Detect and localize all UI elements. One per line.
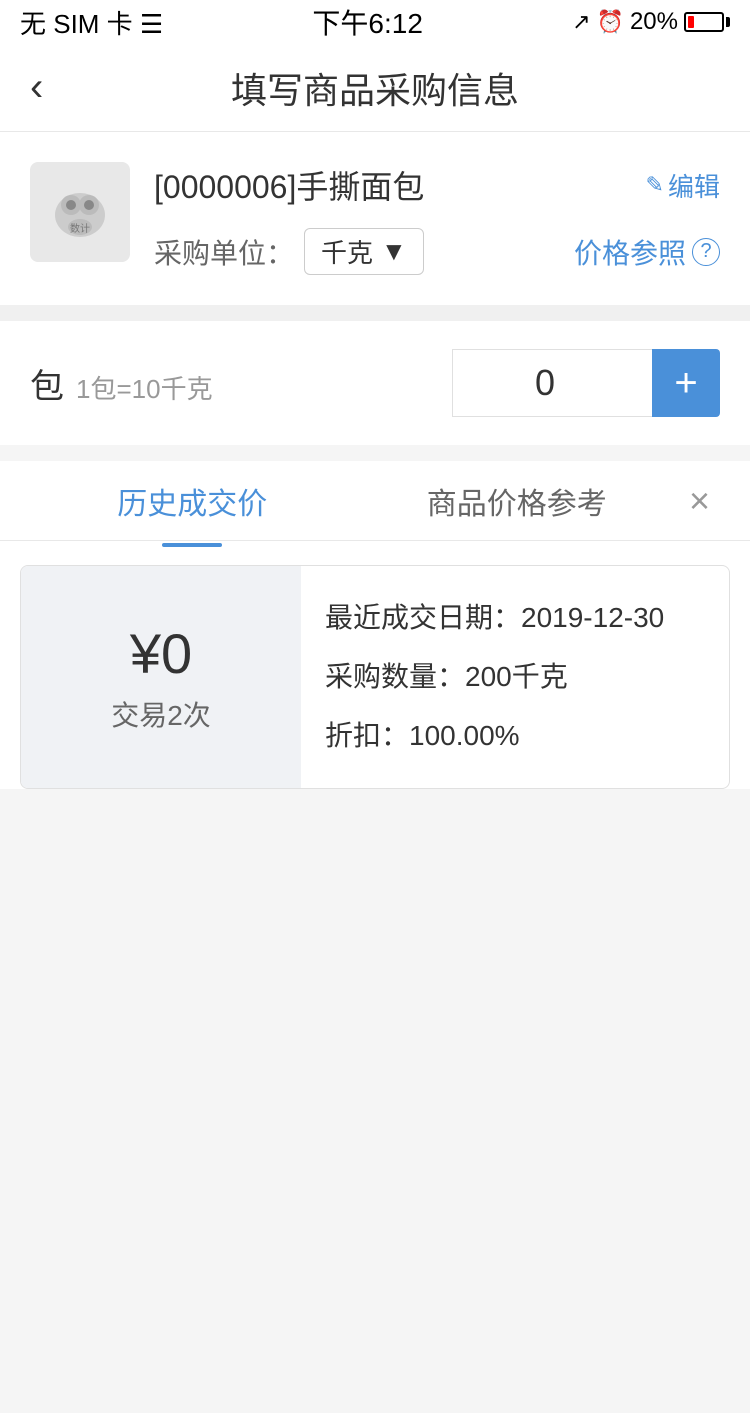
- product-logo-icon: 数计: [45, 177, 115, 247]
- quantity-row: 包 1包=10千克 +: [0, 321, 750, 445]
- svg-text:数计: 数计: [70, 222, 90, 235]
- unit-value: 千克: [321, 233, 373, 270]
- price-qty-row: 采购数量：200千克: [325, 655, 705, 700]
- quantity-label-group: 包 1包=10千克: [30, 359, 213, 408]
- price-discount-row: 折扣：100.00%: [325, 714, 705, 759]
- battery-icon: [684, 12, 730, 32]
- discount-label: 折扣：: [325, 720, 409, 751]
- price-card-right: 最近成交日期：2019-12-30 采购数量：200千克 折扣：100.00%: [301, 566, 729, 788]
- edit-icon: ✎: [646, 172, 664, 198]
- tab-price-reference[interactable]: 商品价格参考: [354, 455, 678, 547]
- tab-bar: 历史成交价 商品价格参考 ×: [0, 461, 750, 541]
- price-times: 交易2次: [111, 694, 211, 734]
- price-card: ¥0 交易2次 最近成交日期：2019-12-30 采购数量：200千克 折扣：…: [20, 565, 730, 789]
- unit-label: 采购单位：: [154, 232, 294, 272]
- price-date-row: 最近成交日期：2019-12-30: [325, 596, 705, 641]
- unit-selector-group: 采购单位： 千克 ▼: [154, 228, 424, 275]
- status-bar: 无 SIM 卡 ☰ 下午6:12 ↗ ⏰ 20%: [0, 0, 750, 44]
- product-unit-row: 采购单位： 千克 ▼ 价格参照 ?: [154, 228, 720, 275]
- section-divider: [0, 305, 750, 321]
- tab-history-price-label: 历史成交价: [117, 488, 267, 521]
- qty-label: 采购数量：: [325, 661, 465, 692]
- unit-dropdown[interactable]: 千克 ▼: [304, 228, 424, 275]
- page-title: 填写商品采购信息: [231, 62, 519, 114]
- sim-signal-text: 无 SIM 卡 ☰: [20, 4, 163, 41]
- tab-close-button[interactable]: ×: [679, 470, 720, 532]
- quantity-hint: 1包=10千克: [76, 369, 213, 406]
- tab-section: 历史成交价 商品价格参考 × ¥0 交易2次 最近成交日期：2019-12-30…: [0, 461, 750, 789]
- bottom-space: [0, 813, 750, 1413]
- product-name: [0000006]手撕面包: [154, 162, 424, 208]
- quantity-input-group: +: [452, 349, 720, 417]
- price-amount: ¥0: [130, 621, 192, 686]
- product-thumbnail: 数计: [30, 162, 130, 262]
- edit-button[interactable]: ✎ 编辑: [646, 167, 720, 204]
- price-ref-label: 价格参照: [574, 232, 686, 272]
- location-icon: ↗: [572, 9, 590, 35]
- product-info: [0000006]手撕面包 ✎ 编辑 采购单位： 千克 ▼ 价格参照 ?: [154, 162, 720, 275]
- product-header: [0000006]手撕面包 ✎ 编辑: [154, 162, 720, 208]
- price-value: 0: [161, 622, 192, 685]
- product-card: 数计 [0000006]手撕面包 ✎ 编辑 采购单位： 千克 ▼ 价格参照 ?: [0, 132, 750, 305]
- battery-percent: 20%: [630, 8, 678, 36]
- status-left: 无 SIM 卡 ☰: [20, 4, 163, 41]
- currency-symbol: ¥: [130, 622, 161, 685]
- date-label: 最近成交日期：: [325, 602, 521, 633]
- date-value: 2019-12-30: [521, 602, 664, 633]
- tab-history-price[interactable]: 历史成交价: [30, 455, 354, 547]
- price-reference-button[interactable]: 价格参照 ?: [574, 232, 720, 272]
- status-time: 下午6:12: [312, 2, 423, 42]
- quantity-unit: 包: [30, 359, 64, 408]
- alarm-icon: ⏰: [597, 9, 624, 35]
- dropdown-arrow-icon: ▼: [381, 236, 407, 267]
- quantity-input[interactable]: [452, 349, 652, 417]
- back-button[interactable]: ‹: [30, 65, 43, 110]
- discount-value: 100.00%: [409, 720, 520, 751]
- quantity-plus-button[interactable]: +: [652, 349, 720, 417]
- tab-price-reference-label: 商品价格参考: [427, 488, 607, 521]
- nav-bar: ‹ 填写商品采购信息: [0, 44, 750, 132]
- edit-label: 编辑: [668, 167, 720, 204]
- status-right: ↗ ⏰ 20%: [572, 8, 730, 36]
- help-icon: ?: [692, 238, 720, 266]
- price-card-left: ¥0 交易2次: [21, 566, 301, 788]
- qty-value: 200千克: [465, 661, 568, 692]
